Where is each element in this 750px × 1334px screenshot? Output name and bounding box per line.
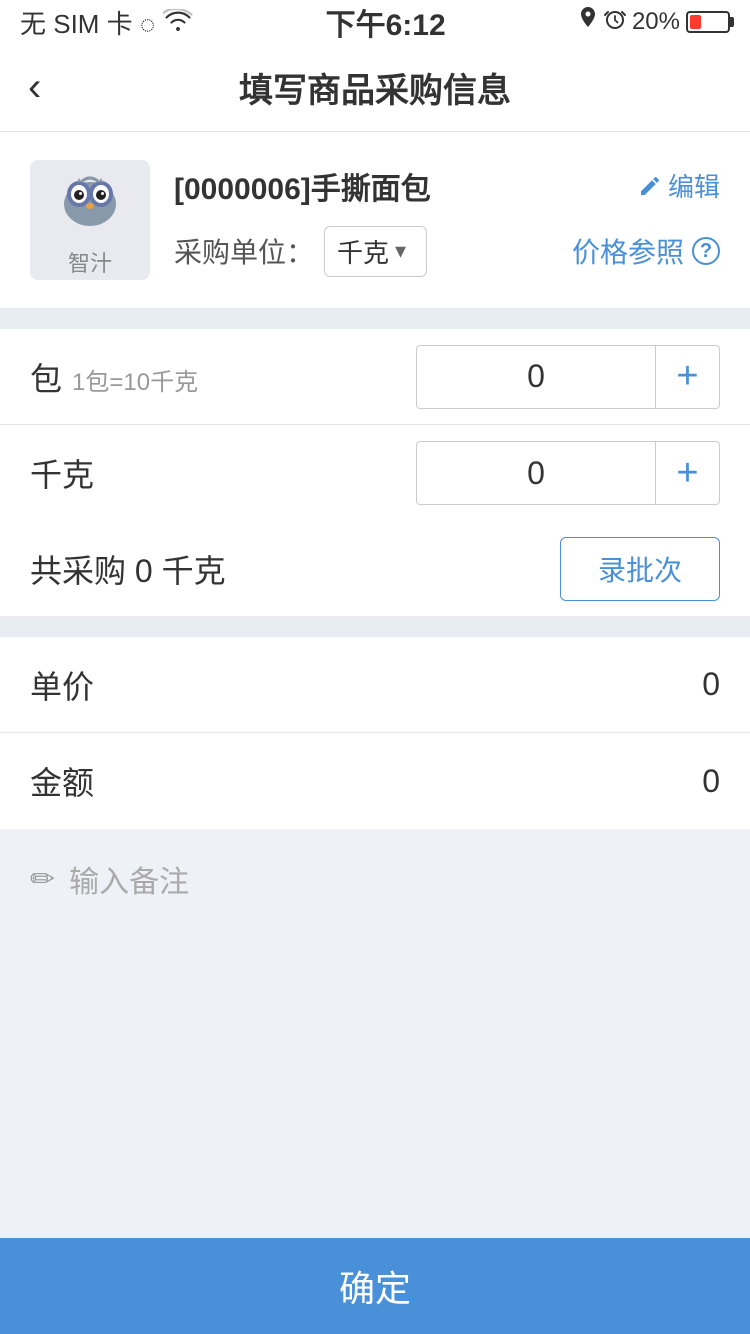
kg-row: 千克 + bbox=[0, 425, 750, 521]
remark-section[interactable]: ✏ 输入备注 bbox=[0, 829, 750, 929]
back-button[interactable]: ‹ bbox=[28, 65, 41, 110]
amount-row: 金额 0 bbox=[0, 733, 750, 829]
nav-bar: ‹ 填写商品采购信息 bbox=[0, 44, 750, 132]
unit-label: 采购单位： bbox=[174, 231, 314, 271]
total-label: 共采购 0 千克 bbox=[30, 546, 226, 592]
product-card: 智汁 [0000006]手撕面包 编辑 采购单位： 千克 ▾ bbox=[0, 132, 750, 309]
product-owl-icon bbox=[55, 162, 125, 242]
bao-quantity-input[interactable] bbox=[416, 345, 656, 409]
section-divider-1 bbox=[0, 309, 750, 329]
status-time: 下午6:12 bbox=[326, 0, 446, 44]
battery-percent: 20% bbox=[632, 8, 680, 36]
pencil-icon: ✏ bbox=[30, 862, 55, 897]
product-logo-label: 智汁 bbox=[68, 246, 112, 278]
page-title: 填写商品采购信息 bbox=[239, 63, 511, 112]
product-image: 智汁 bbox=[30, 160, 150, 280]
no-sim-text: 无 SIM 卡 ◌ bbox=[20, 4, 155, 41]
bao-row: 包 1包=10千克 + bbox=[0, 329, 750, 425]
unit-price-label: 单价 bbox=[30, 662, 94, 708]
amount-value: 0 bbox=[702, 763, 720, 800]
kg-input-group: + bbox=[416, 441, 720, 505]
price-ref-button[interactable]: 价格参照 ? bbox=[572, 231, 720, 271]
status-right: 20% bbox=[578, 7, 730, 38]
bottom-area bbox=[0, 929, 750, 1245]
confirm-button[interactable]: 确定 bbox=[0, 1238, 750, 1334]
product-info: [0000006]手撕面包 编辑 采购单位： 千克 ▾ 价格参照 ? bbox=[174, 164, 720, 277]
bao-plus-button[interactable]: + bbox=[656, 345, 720, 409]
amount-label: 金额 bbox=[30, 758, 94, 804]
quantity-section: 包 1包=10千克 + 千克 + bbox=[0, 329, 750, 521]
bao-label: 包 1包=10千克 bbox=[30, 354, 198, 400]
remark-placeholder: 输入备注 bbox=[69, 857, 189, 901]
battery-icon bbox=[686, 11, 730, 33]
kg-quantity-input[interactable] bbox=[416, 441, 656, 505]
bao-unit-sub: 1包=10千克 bbox=[72, 362, 198, 397]
unit-price-row: 单价 0 bbox=[0, 637, 750, 733]
dropdown-arrow-icon: ▾ bbox=[395, 238, 406, 264]
wifi-icon bbox=[163, 7, 193, 38]
batch-button[interactable]: 录批次 bbox=[560, 537, 720, 601]
status-left: 无 SIM 卡 ◌ bbox=[20, 4, 193, 41]
bao-input-group: + bbox=[416, 345, 720, 409]
kg-plus-button[interactable]: + bbox=[656, 441, 720, 505]
price-ref-help-icon: ? bbox=[692, 237, 720, 265]
alarm-icon bbox=[604, 8, 626, 37]
status-bar: 无 SIM 卡 ◌ 下午6:12 20% bbox=[0, 0, 750, 44]
section-divider-2 bbox=[0, 617, 750, 637]
unit-price-value: 0 bbox=[702, 666, 720, 703]
price-amount-section: 单价 0 金额 0 bbox=[0, 637, 750, 829]
unit-select[interactable]: 千克 ▾ bbox=[324, 226, 427, 277]
product-name: [0000006]手撕面包 bbox=[174, 164, 431, 208]
total-row: 共采购 0 千克 录批次 bbox=[0, 521, 750, 617]
kg-label: 千克 bbox=[30, 450, 94, 496]
location-icon bbox=[578, 7, 598, 38]
edit-button[interactable]: 编辑 bbox=[638, 167, 720, 204]
